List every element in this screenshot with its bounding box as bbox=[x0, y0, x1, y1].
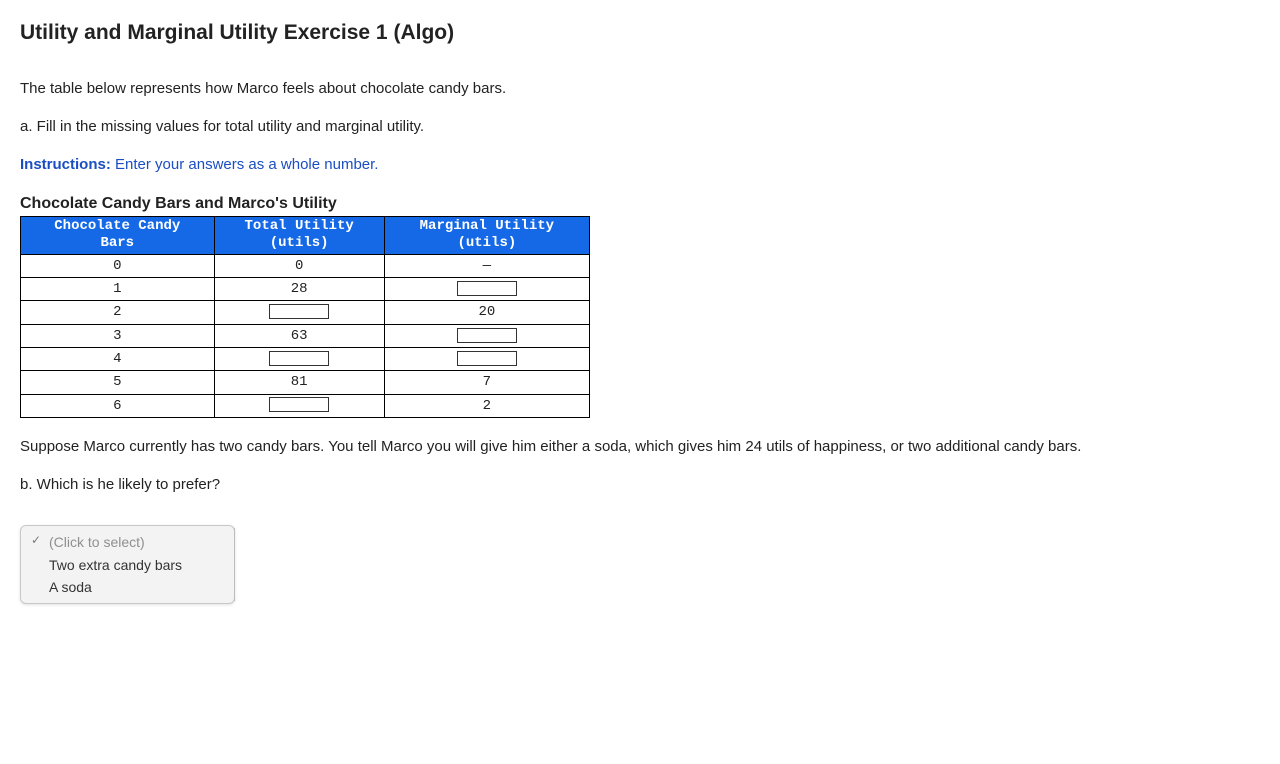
total-utility-input[interactable] bbox=[269, 351, 329, 366]
answer-dropdown[interactable]: (Click to select) Two extra candy bars A… bbox=[20, 525, 235, 604]
cell-total: 63 bbox=[214, 324, 384, 347]
cell-marginal: — bbox=[384, 254, 589, 277]
cell-bars: 4 bbox=[21, 348, 215, 371]
cell-total bbox=[214, 394, 384, 417]
marginal-utility-input[interactable] bbox=[457, 328, 517, 343]
col-header-bars: Chocolate CandyBars bbox=[21, 216, 215, 254]
table-row: 62 bbox=[21, 394, 590, 417]
cell-marginal bbox=[384, 324, 589, 347]
total-utility-input[interactable] bbox=[269, 304, 329, 319]
instructions-text: Enter your answers as a whole number. bbox=[111, 156, 379, 173]
marginal-utility-input[interactable] bbox=[457, 351, 517, 366]
cell-bars: 2 bbox=[21, 301, 215, 324]
table-row: 5817 bbox=[21, 371, 590, 394]
part-b-text: b. Which is he likely to prefer? bbox=[20, 474, 1260, 496]
col-header-marginal: Marginal Utility(utils) bbox=[384, 216, 589, 254]
cell-bars: 1 bbox=[21, 278, 215, 301]
dropdown-option-candy[interactable]: Two extra candy bars bbox=[31, 554, 216, 576]
cell-bars: 6 bbox=[21, 394, 215, 417]
page-title: Utility and Marginal Utility Exercise 1 … bbox=[20, 18, 1260, 48]
col-header-total: Total Utility(utils) bbox=[214, 216, 384, 254]
table-title: Chocolate Candy Bars and Marco's Utility bbox=[20, 192, 1260, 215]
part-a-text: a. Fill in the missing values for total … bbox=[20, 116, 1260, 138]
cell-total: 81 bbox=[214, 371, 384, 394]
cell-bars: 5 bbox=[21, 371, 215, 394]
cell-total: 0 bbox=[214, 254, 384, 277]
cell-marginal: 2 bbox=[384, 394, 589, 417]
table-row: 128 bbox=[21, 278, 590, 301]
table-row: 4 bbox=[21, 348, 590, 371]
instructions-label: Instructions: bbox=[20, 156, 111, 173]
table-row: 00— bbox=[21, 254, 590, 277]
dropdown-placeholder[interactable]: (Click to select) bbox=[31, 531, 216, 553]
cell-marginal: 20 bbox=[384, 301, 589, 324]
cell-total bbox=[214, 301, 384, 324]
marginal-utility-input[interactable] bbox=[457, 281, 517, 296]
dropdown-option-soda[interactable]: A soda bbox=[31, 576, 216, 598]
cell-marginal bbox=[384, 348, 589, 371]
cell-bars: 3 bbox=[21, 324, 215, 347]
instructions-line: Instructions: Enter your answers as a wh… bbox=[20, 154, 1260, 176]
followup-text: Suppose Marco currently has two candy ba… bbox=[20, 436, 1240, 458]
cell-marginal bbox=[384, 278, 589, 301]
total-utility-input[interactable] bbox=[269, 397, 329, 412]
cell-total: 28 bbox=[214, 278, 384, 301]
table-row: 363 bbox=[21, 324, 590, 347]
utility-table: Chocolate CandyBars Total Utility(utils)… bbox=[20, 216, 590, 418]
intro-text: The table below represents how Marco fee… bbox=[20, 78, 1260, 100]
cell-marginal: 7 bbox=[384, 371, 589, 394]
cell-total bbox=[214, 348, 384, 371]
table-row: 2 20 bbox=[21, 301, 590, 324]
cell-bars: 0 bbox=[21, 254, 215, 277]
